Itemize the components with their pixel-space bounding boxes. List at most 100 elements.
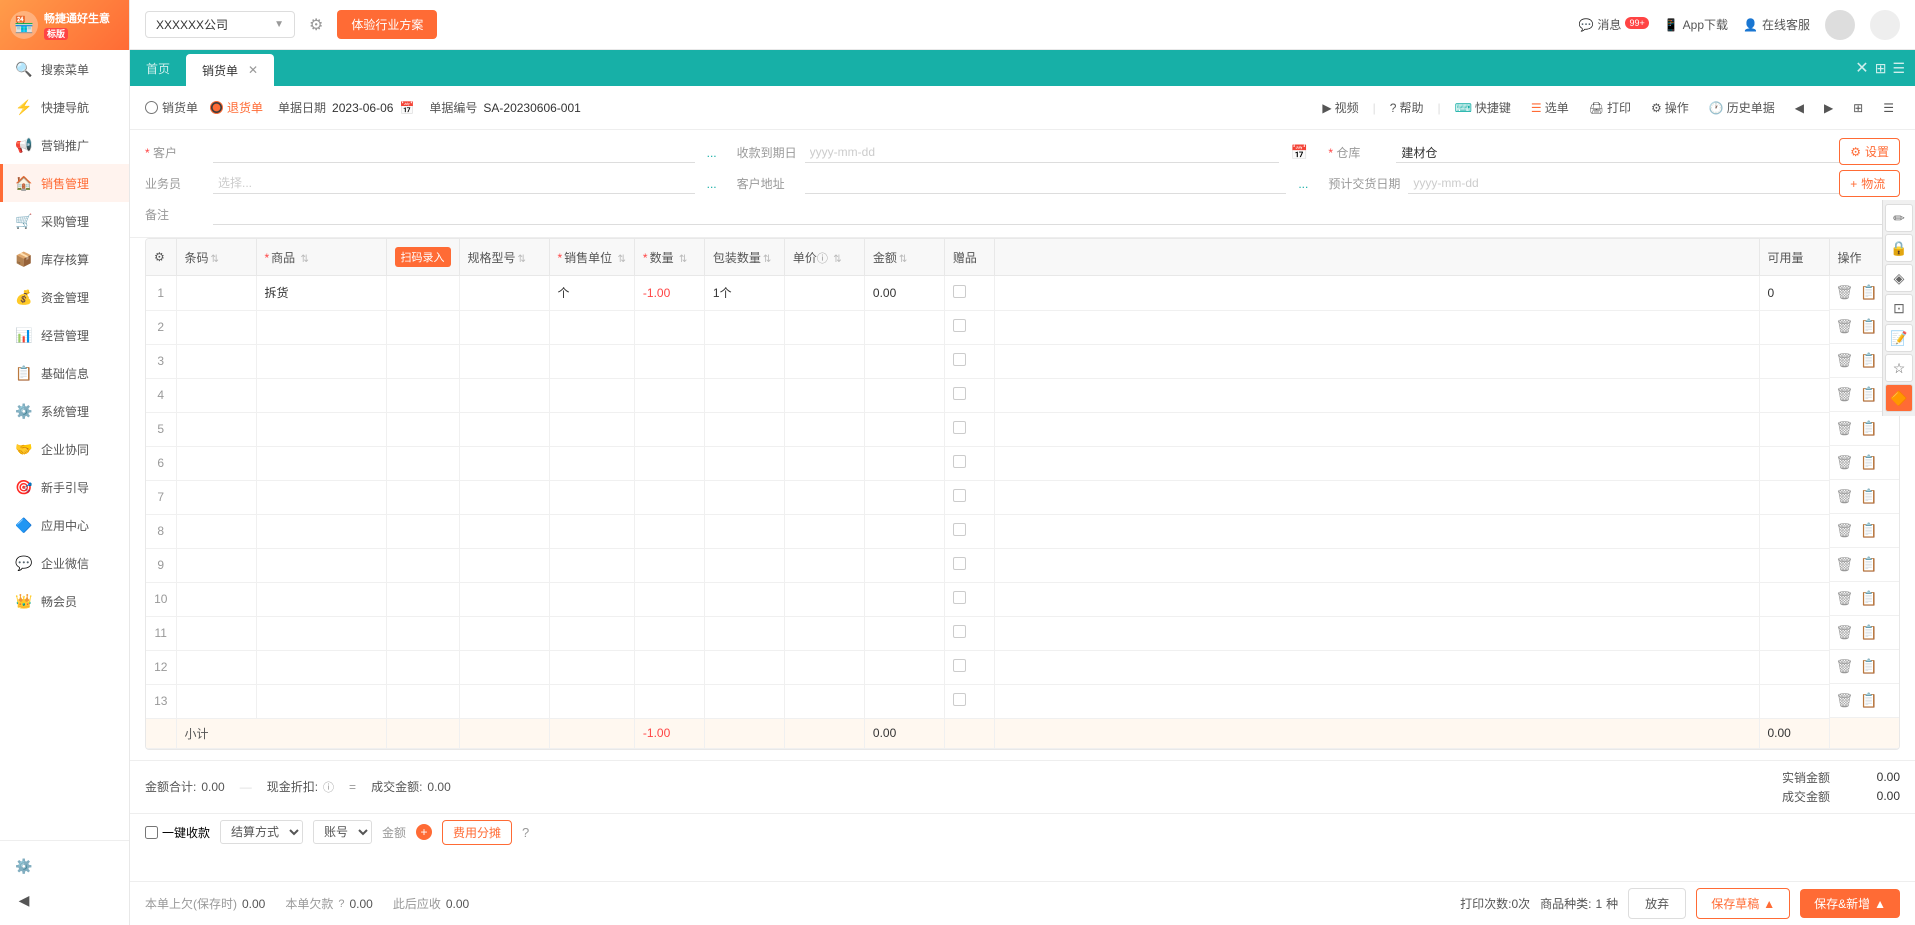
sort-icon-product[interactable]: ⇅ bbox=[301, 254, 309, 265]
close-window-icon[interactable]: ✕ bbox=[1855, 58, 1868, 78]
gift-checkbox[interactable] bbox=[953, 693, 966, 706]
gift-checkbox[interactable] bbox=[953, 523, 966, 536]
customer-select-icon[interactable]: ... bbox=[707, 146, 717, 160]
due-date-input[interactable] bbox=[805, 142, 1279, 163]
prev-button[interactable]: ◀ bbox=[1789, 98, 1810, 118]
delete-row-button[interactable]: 🗑 bbox=[1834, 690, 1856, 711]
copy-row-button[interactable]: 📋 bbox=[1858, 418, 1879, 439]
tab-sales-order[interactable]: 销货单 ✕ bbox=[186, 54, 274, 86]
save-new-button[interactable]: 保存&新增 ▲ bbox=[1800, 889, 1900, 918]
sidebar-item-marketing[interactable]: 📢 营销推广 bbox=[0, 126, 129, 164]
copy-row-button[interactable]: 📋 bbox=[1858, 452, 1879, 473]
copy-row-button[interactable]: 📋 bbox=[1858, 554, 1879, 575]
copy-row-button[interactable]: 📋 bbox=[1858, 486, 1879, 507]
sort-icon-amount[interactable]: ⇅ bbox=[899, 254, 907, 265]
delete-row-button[interactable]: 🗑 bbox=[1834, 656, 1856, 677]
sort-icon[interactable]: ⇅ bbox=[211, 254, 219, 265]
delete-row-button[interactable]: 🗑 bbox=[1834, 282, 1856, 303]
help-button[interactable]: ? 帮助 bbox=[1384, 96, 1430, 119]
sidebar-item-base[interactable]: 📋 基础信息 bbox=[0, 354, 129, 392]
sidebar-item-member[interactable]: 👑 畅会员 bbox=[0, 582, 129, 620]
delete-row-button[interactable]: 🗑 bbox=[1834, 554, 1856, 575]
payment-method-select[interactable]: 结算方式 bbox=[220, 820, 303, 844]
float-btn-2[interactable]: 🔒 bbox=[1885, 234, 1913, 262]
sidebar-item-sales[interactable]: 🏠 销售管理 bbox=[0, 164, 129, 202]
float-btn-1[interactable]: ✏ bbox=[1885, 204, 1913, 232]
delete-row-button[interactable]: 🗑 bbox=[1834, 622, 1856, 643]
gift-checkbox[interactable] bbox=[953, 489, 966, 502]
list-btn[interactable]: ☰ bbox=[1877, 98, 1900, 118]
float-btn-3[interactable]: ◈ bbox=[1885, 264, 1913, 292]
copy-row-button[interactable]: 📋 bbox=[1858, 316, 1879, 337]
salesperson-input[interactable] bbox=[213, 173, 695, 194]
copy-row-button[interactable]: 📋 bbox=[1858, 350, 1879, 371]
select-button[interactable]: ☰ 选单 bbox=[1525, 96, 1575, 119]
sidebar-item-wechat[interactable]: 💬 企业微信 bbox=[0, 544, 129, 582]
app-download-button[interactable]: 📱 App下载 bbox=[1664, 16, 1728, 33]
sidebar-item-apps[interactable]: 🔷 应用中心 bbox=[0, 506, 129, 544]
expected-date-input[interactable] bbox=[1408, 173, 1870, 194]
delete-row-button[interactable]: 🗑 bbox=[1834, 520, 1856, 541]
cell-barcode[interactable] bbox=[176, 276, 256, 311]
copy-row-button[interactable]: 📋 bbox=[1858, 384, 1879, 405]
cell-spec[interactable] bbox=[459, 276, 549, 311]
scan-button[interactable]: 扫码录入 bbox=[395, 247, 451, 267]
tab-close-icon[interactable]: ✕ bbox=[248, 63, 258, 77]
gift-checkbox[interactable] bbox=[953, 625, 966, 638]
message-button[interactable]: 💬 消息 99+ bbox=[1578, 16, 1648, 33]
cell-pkg-qty[interactable]: 1个 bbox=[704, 276, 784, 311]
calendar-icon[interactable]: 📅 bbox=[399, 101, 414, 115]
copy-row-button[interactable]: 📋 bbox=[1858, 656, 1879, 677]
remark-input[interactable] bbox=[213, 204, 1900, 225]
online-service-button[interactable]: 👤 在线客服 bbox=[1743, 16, 1810, 33]
sort-icon-unit[interactable]: ⇅ bbox=[618, 254, 626, 265]
payment-help-icon[interactable]: ? bbox=[522, 825, 529, 840]
float-btn-6[interactable]: ☆ bbox=[1885, 354, 1913, 382]
print-button[interactable]: 🖨 打印 bbox=[1583, 96, 1637, 119]
save-draft-button[interactable]: 保存草稿 ▲ bbox=[1696, 888, 1790, 919]
customer-addr-input[interactable] bbox=[805, 173, 1287, 194]
settings-button[interactable]: ⚙ 设置 bbox=[1839, 138, 1900, 165]
history-button[interactable]: 🕐 历史单据 bbox=[1703, 96, 1781, 119]
delete-row-button[interactable]: 🗑 bbox=[1834, 350, 1856, 371]
sidebar-item-quick-nav[interactable]: ⚡ 快捷导航 bbox=[0, 88, 129, 126]
sort-icon-pkg[interactable]: ⇅ bbox=[763, 254, 771, 265]
delete-row-button[interactable]: 🗑 bbox=[1834, 316, 1856, 337]
discount-info-icon[interactable]: ⓘ bbox=[323, 779, 334, 795]
trial-button[interactable]: 体验行业方案 bbox=[337, 10, 437, 39]
cell-qty[interactable]: -1.00 bbox=[634, 276, 704, 311]
company-selector[interactable]: XXXXXX公司 ▼ bbox=[145, 11, 295, 38]
sort-icon-qty[interactable]: ⇅ bbox=[679, 254, 687, 265]
delete-row-button[interactable]: 🗑 bbox=[1834, 418, 1856, 439]
gift-checkbox[interactable] bbox=[953, 421, 966, 434]
delete-row-button[interactable]: 🗑 bbox=[1834, 588, 1856, 609]
next-button[interactable]: ▶ bbox=[1818, 98, 1839, 118]
warehouse-input[interactable] bbox=[1396, 142, 1878, 163]
logistics-button[interactable]: + 物流 bbox=[1839, 170, 1900, 197]
copy-row-button[interactable]: 📋 bbox=[1858, 520, 1879, 541]
gift-checkbox[interactable] bbox=[953, 557, 966, 570]
copy-row-button[interactable]: 📋 bbox=[1858, 588, 1879, 609]
list-view-icon[interactable]: ☰ bbox=[1892, 60, 1905, 77]
tab-home[interactable]: 首页 bbox=[130, 50, 186, 86]
video-button[interactable]: ▶ 视频 bbox=[1316, 96, 1364, 119]
info-icon[interactable]: ⓘ bbox=[817, 253, 828, 265]
sidebar-item-inventory[interactable]: 📦 库存核算 bbox=[0, 240, 129, 278]
avatar[interactable] bbox=[1825, 10, 1855, 40]
gift-checkbox[interactable] bbox=[953, 285, 966, 298]
owe-info-icon[interactable]: ? bbox=[338, 898, 344, 910]
sidebar-item-guide[interactable]: 🎯 新手引导 bbox=[0, 468, 129, 506]
gift-checkbox[interactable] bbox=[953, 353, 966, 366]
sort-icon-spec[interactable]: ⇅ bbox=[518, 254, 526, 265]
abandon-button[interactable]: 放弃 bbox=[1628, 888, 1686, 919]
delete-row-button[interactable]: 🗑 bbox=[1834, 384, 1856, 405]
cell-amount[interactable]: 0.00 bbox=[864, 276, 944, 311]
salesperson-select-icon[interactable]: ... bbox=[707, 177, 717, 191]
expense-button[interactable]: 费用分摊 bbox=[442, 820, 512, 845]
delete-row-button[interactable]: 🗑 bbox=[1834, 452, 1856, 473]
sidebar-item-system[interactable]: ⚙️ 系统管理 bbox=[0, 392, 129, 430]
add-payment-button[interactable]: + bbox=[416, 824, 432, 840]
float-btn-4[interactable]: ⊡ bbox=[1885, 294, 1913, 322]
sidebar-item-purchase[interactable]: 🛒 采购管理 bbox=[0, 202, 129, 240]
copy-row-button[interactable]: 📋 bbox=[1858, 690, 1879, 711]
